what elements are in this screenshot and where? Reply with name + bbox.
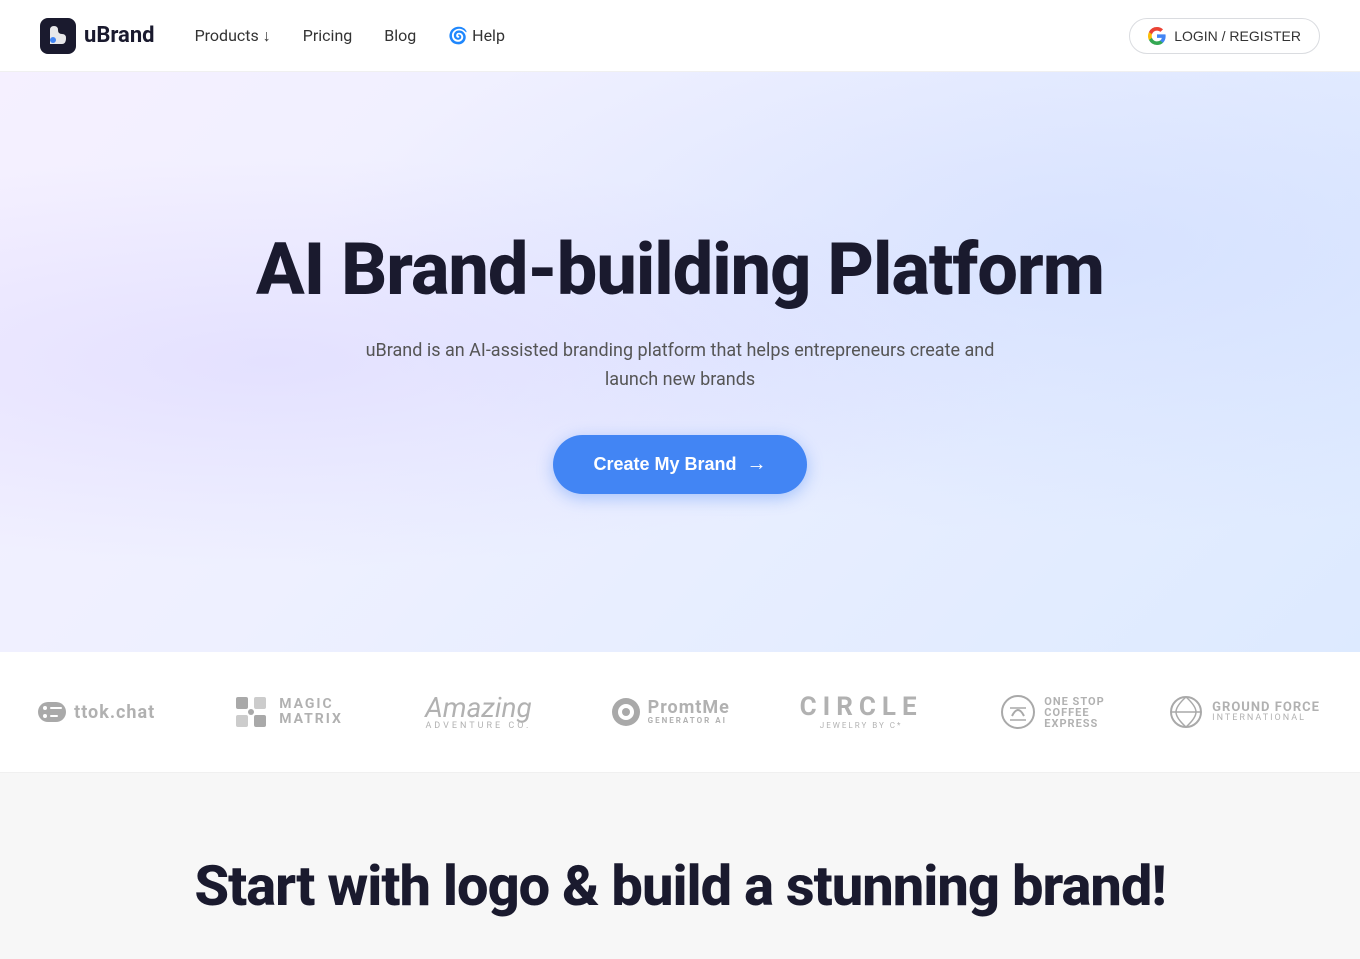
hero-subtitle: uBrand is an AI-assisted branding platfo… [360, 337, 1000, 395]
logo-amazing: Amazing ADVENTURE CO. [383, 694, 574, 731]
create-brand-button[interactable]: Create My Brand → [553, 435, 806, 494]
nav-pricing[interactable]: Pricing [303, 26, 353, 45]
bottom-title: Start with logo & build a stunning brand… [40, 853, 1320, 919]
logo-circle: CIRCLE JEWELRY BY C* [765, 693, 956, 730]
logo[interactable]: uBrand [40, 18, 155, 54]
hero-section: AI Brand-building Platform uBrand is an … [0, 72, 1360, 652]
nav-links: Products ↓ Pricing Blog 🌀 Help [195, 26, 505, 46]
cta-label: Create My Brand [593, 454, 736, 475]
logo-magic-matrix: MAGIC MATRIX [191, 692, 382, 732]
logo-icon [40, 18, 76, 54]
logo-tiktok-chat: ttok.chat [0, 696, 191, 728]
logos-strip: ttok.chat MAGIC MATRIX Amazing ADVENTURE… [0, 652, 1360, 773]
logo-one-stop-coffee: ONE STOP COFFEE EXPRESS [957, 694, 1148, 730]
help-icon: 🌀 [448, 26, 468, 45]
hero-title: AI Brand-building Platform [256, 230, 1104, 309]
logo-promptme: PromtMe GENERATOR AI [574, 696, 765, 728]
nav-blog[interactable]: Blog [384, 26, 416, 45]
dropdown-icon: ↓ [263, 26, 271, 46]
bottom-section: Start with logo & build a stunning brand… [0, 773, 1360, 959]
nav-left: uBrand Products ↓ Pricing Blog 🌀 Help [40, 18, 505, 54]
logo-text: uBrand [84, 23, 155, 48]
login-button[interactable]: LOGIN / REGISTER [1129, 18, 1320, 54]
login-label: LOGIN / REGISTER [1174, 28, 1301, 44]
logo-ground-force: GROUND FORCE INTERNATIONAL [1148, 694, 1340, 730]
arrow-icon: → [747, 453, 767, 476]
nav-products[interactable]: Products ↓ [195, 26, 271, 46]
nav-help[interactable]: 🌀 Help [448, 26, 505, 45]
google-icon [1148, 27, 1166, 45]
navigation: uBrand Products ↓ Pricing Blog 🌀 Help [0, 0, 1360, 72]
